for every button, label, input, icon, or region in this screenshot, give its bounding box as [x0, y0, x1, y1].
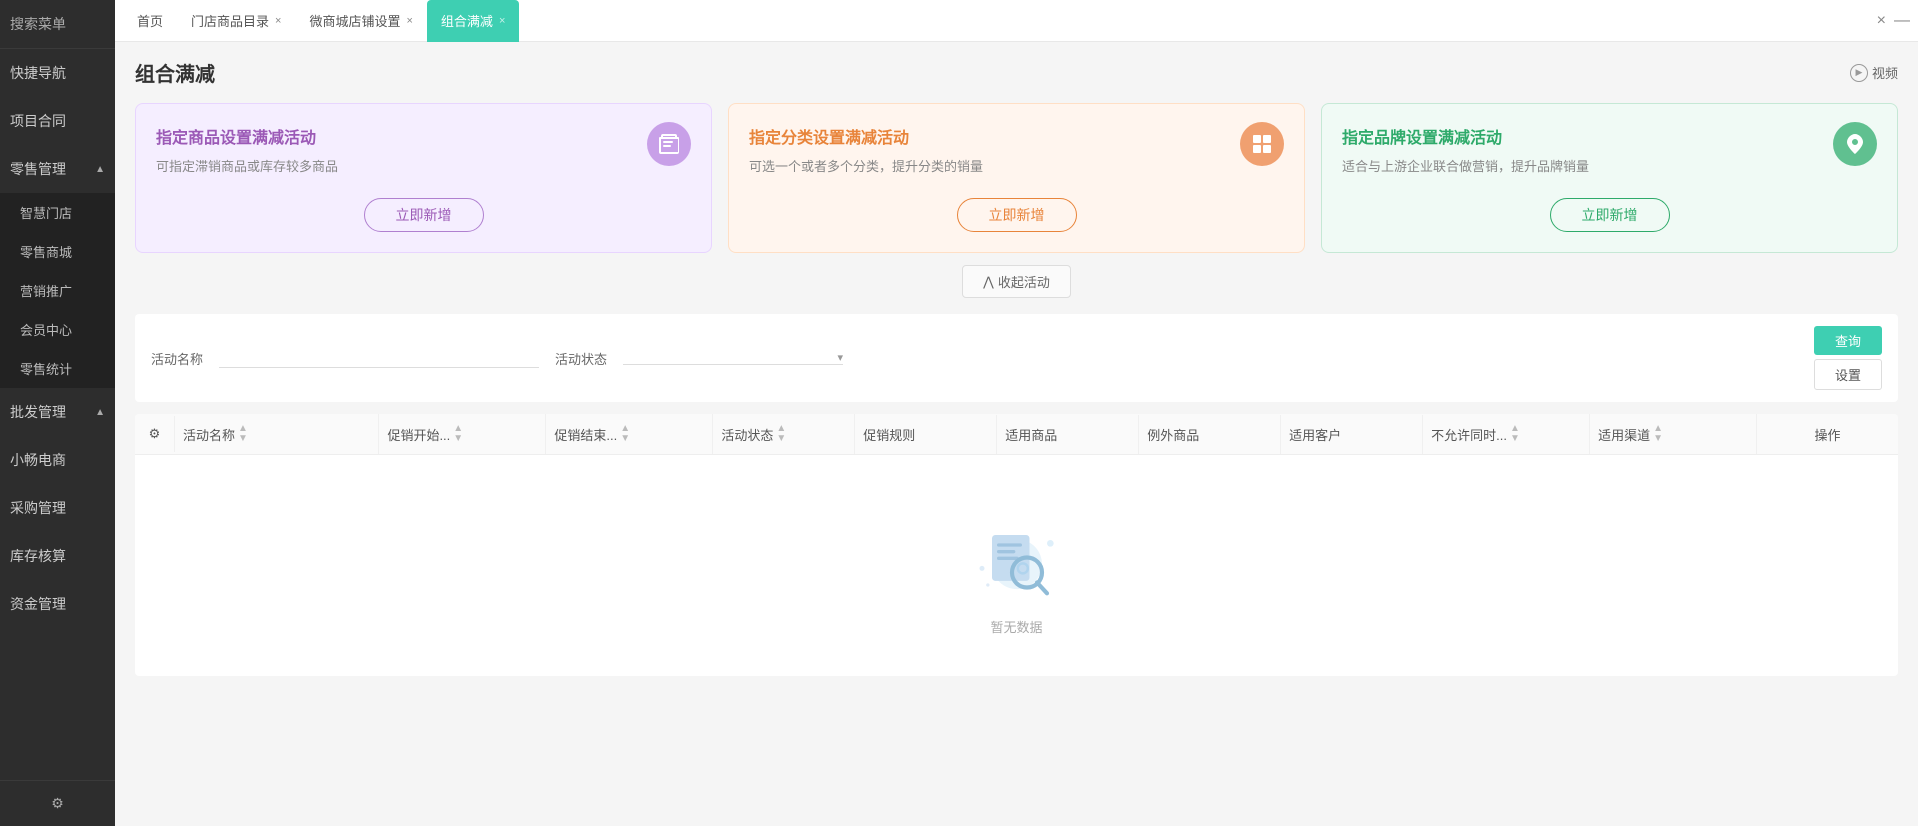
page-content: 组合满减 ▶ 视频 指定商品设置满减活动 可指定滞销商品或库存较多商品 立即新增	[115, 42, 1918, 826]
category-card-title: 指定分类设置满减活动	[749, 124, 1284, 148]
sidebar-item-wholesale[interactable]: 批发管理	[0, 388, 115, 436]
th-action: 操作	[1757, 415, 1898, 454]
table-header: ⚙ 活动名称 ▲▼ 促销开始... ▲▼ 促销结束... ▲▼ 活动状态 ▲▼	[135, 414, 1898, 455]
product-card-title: 指定商品设置满减活动	[156, 124, 691, 148]
activity-cards: 指定商品设置满减活动 可指定滞销商品或库存较多商品 立即新增 指定分类设置满减活…	[135, 103, 1898, 253]
filter-row: 活动名称 活动状态 ▾ 查询 设置	[135, 314, 1898, 402]
tab-close-store-catalog[interactable]: ×	[275, 15, 281, 27]
chevron-down-icon: ▾	[838, 351, 844, 364]
minimize-icon[interactable]: —	[1894, 12, 1910, 30]
sidebar-sub-retail: 智慧门店 零售商城 营销推广 会员中心 零售统计	[0, 193, 115, 388]
sidebar-item-inventory[interactable]: 库存核算	[0, 532, 115, 580]
sidebar-search[interactable]: 搜索菜单	[0, 0, 115, 49]
th-noallow[interactable]: 不允许同时... ▲▼	[1423, 414, 1590, 454]
th-gear[interactable]: ⚙	[135, 416, 175, 452]
empty-text: 暂无数据	[990, 617, 1042, 636]
product-card-desc: 可指定滞销商品或库存较多商品	[156, 156, 691, 182]
table-gear-icon: ⚙	[149, 426, 161, 442]
sidebar-settings[interactable]: ⚙	[0, 780, 115, 826]
category-card-add-btn[interactable]: 立即新增	[957, 198, 1077, 232]
sidebar: 搜索菜单 快捷导航 项目合同 零售管理 智慧门店 零售商城 营销推广 会员中心 …	[0, 0, 115, 826]
filter-activity-name-label: 活动名称	[151, 349, 203, 368]
sidebar-item-project-contract[interactable]: 项目合同	[0, 97, 115, 145]
collapse-activities-btn[interactable]: ⋀ 收起活动	[962, 265, 1071, 298]
tab-combo-discount[interactable]: 组合满减 ×	[427, 0, 519, 42]
page-title: 组合满减	[135, 58, 215, 87]
sidebar-item-fund[interactable]: 资金管理	[0, 580, 115, 628]
th-end[interactable]: 促销结束... ▲▼	[546, 414, 713, 454]
settings-button[interactable]: 设置	[1814, 359, 1882, 390]
tab-close-combo-discount[interactable]: ×	[499, 15, 505, 27]
query-button[interactable]: 查询	[1814, 326, 1882, 355]
brand-card-title: 指定品牌设置满减活动	[1342, 124, 1877, 148]
category-card-desc: 可选一个或者多个分类，提升分类的销量	[749, 156, 1284, 182]
tab-close-wechat-settings[interactable]: ×	[406, 15, 412, 27]
th-channel[interactable]: 适用渠道 ▲▼	[1590, 414, 1757, 454]
sort-icon-name: ▲▼	[238, 424, 248, 444]
th-rule: 促销规则	[855, 415, 997, 454]
empty-state: 暂无数据	[135, 455, 1898, 676]
filter-actions: 查询 设置	[1814, 326, 1882, 390]
sort-icon-start: ▲▼	[453, 424, 463, 444]
tab-home[interactable]: 首页	[123, 0, 177, 42]
th-status[interactable]: 活动状态 ▲▼	[713, 414, 855, 454]
th-goods: 适用商品	[997, 415, 1139, 454]
product-card-icon	[647, 122, 691, 166]
brand-card-desc: 适合与上游企业联合做营销，提升品牌销量	[1342, 156, 1877, 182]
sort-icon-noallow: ▲▼	[1510, 424, 1520, 444]
filter-activity-status-select[interactable]: ▾	[623, 351, 843, 365]
product-card-add-btn[interactable]: 立即新增	[364, 198, 484, 232]
tabs-bar: 首页 门店商品目录 × 微商城店铺设置 × 组合满减 × × —	[115, 0, 1918, 42]
product-activity-card: 指定商品设置满减活动 可指定滞销商品或库存较多商品 立即新增	[135, 103, 712, 253]
brand-card-add-btn[interactable]: 立即新增	[1550, 198, 1670, 232]
sidebar-item-retail-stats[interactable]: 零售统计	[0, 349, 115, 388]
filter-activity-status-label: 活动状态	[555, 349, 607, 368]
sidebar-item-smart-store[interactable]: 智慧门店	[0, 193, 115, 232]
sidebar-item-retail-management[interactable]: 零售管理	[0, 145, 115, 193]
th-customer: 适用客户	[1281, 415, 1423, 454]
sidebar-item-quick-nav[interactable]: 快捷导航	[0, 49, 115, 97]
collapse-bar: ⋀ 收起活动	[135, 265, 1898, 298]
category-activity-card: 指定分类设置满减活动 可选一个或者多个分类，提升分类的销量 立即新增	[728, 103, 1305, 253]
sidebar-item-xiaochang[interactable]: 小畅电商	[0, 436, 115, 484]
data-table: ⚙ 活动名称 ▲▼ 促销开始... ▲▼ 促销结束... ▲▼ 活动状态 ▲▼	[135, 414, 1898, 676]
th-except: 例外商品	[1139, 415, 1281, 454]
sort-icon-end: ▲▼	[620, 424, 630, 444]
video-link[interactable]: ▶ 视频	[1850, 63, 1898, 82]
sidebar-item-retail-mall[interactable]: 零售商城	[0, 232, 115, 271]
brand-card-icon	[1833, 122, 1877, 166]
filter-activity-name-input[interactable]	[219, 348, 539, 368]
play-icon: ▶	[1850, 64, 1868, 82]
chevron-up-icon: ⋀	[983, 274, 994, 290]
tab-wechat-settings[interactable]: 微商城店铺设置 ×	[295, 0, 426, 42]
tab-store-catalog[interactable]: 门店商品目录 ×	[177, 0, 295, 42]
page-header: 组合满减 ▶ 视频	[135, 58, 1898, 87]
main-area: 首页 门店商品目录 × 微商城店铺设置 × 组合满减 × × — 组合满减 ▶ …	[115, 0, 1918, 826]
empty-illustration	[967, 515, 1067, 605]
brand-activity-card: 指定品牌设置满减活动 适合与上游企业联合做营销，提升品牌销量 立即新增	[1321, 103, 1898, 253]
sidebar-item-member-center[interactable]: 会员中心	[0, 310, 115, 349]
sidebar-item-purchase[interactable]: 采购管理	[0, 484, 115, 532]
th-start[interactable]: 促销开始... ▲▼	[379, 414, 546, 454]
th-activity-name[interactable]: 活动名称 ▲▼	[175, 414, 379, 454]
window-controls: × —	[1877, 12, 1910, 30]
gear-icon: ⚙	[51, 795, 64, 812]
sidebar-item-marketing[interactable]: 营销推广	[0, 271, 115, 310]
close-icon[interactable]: ×	[1877, 12, 1886, 30]
category-card-icon	[1240, 122, 1284, 166]
sort-icon-channel: ▲▼	[1653, 424, 1663, 444]
sort-icon-status: ▲▼	[776, 424, 786, 444]
